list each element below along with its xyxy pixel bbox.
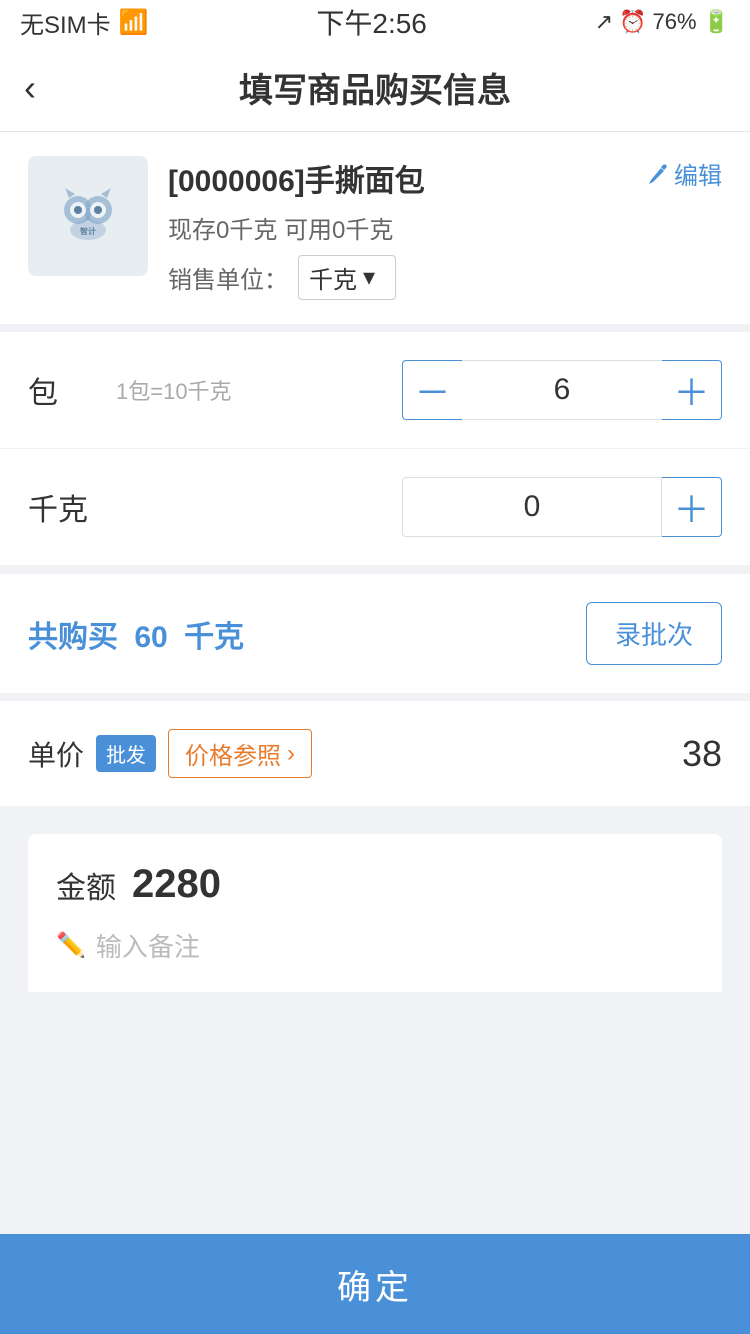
amount-value: 2280 <box>132 862 221 907</box>
page-title: 填写商品购买信息 <box>239 63 511 112</box>
amount-row: 金额 2280 <box>56 862 694 907</box>
total-prefix: 共购买 <box>28 621 118 654</box>
carrier-label: 无SIM卡 <box>20 5 111 40</box>
price-badge: 批发 <box>96 735 156 772</box>
kg-label: 千克 <box>28 485 108 529</box>
kg-qty-input[interactable] <box>402 477 662 537</box>
bag-qty-control: － ＋ <box>402 360 722 420</box>
price-ref-button[interactable]: 价格参照 › <box>168 729 312 778</box>
price-label-group: 单价 批发 价格参照 › <box>28 729 312 778</box>
amount-label: 金额 <box>56 863 116 907</box>
product-thumbnail: 智计 <box>28 156 148 276</box>
status-right: ↗ ⏰ 76% 🔋 <box>595 9 730 35</box>
unit-value: 千克 <box>309 260 357 295</box>
bag-input-row: 包 1包=10千克 － ＋ <box>0 332 750 449</box>
total-text: 共购买 60 千克 <box>28 612 244 656</box>
confirm-button[interactable]: 确定 <box>0 1234 750 1334</box>
wifi-icon: 📶 <box>119 8 149 37</box>
price-section: 单价 批发 价格参照 › 38 <box>0 693 750 806</box>
nav-bar: ‹ 填写商品购买信息 <box>0 44 750 132</box>
unit-label: 销售单位： <box>168 260 288 295</box>
total-amount: 60 <box>134 621 167 654</box>
product-info: [0000006]手撕面包 编辑 现存0千克 可用0千克 销售单位： 千克 ▾ <box>168 156 722 300</box>
status-bar: 无SIM卡 📶 下午2:56 ↗ ⏰ 76% 🔋 <box>0 0 750 44</box>
back-button[interactable]: ‹ <box>24 67 36 109</box>
amount-card: 金额 2280 ✏️ 输入备注 <box>28 834 722 992</box>
product-header-row: [0000006]手撕面包 编辑 <box>168 156 722 210</box>
bag-minus-button[interactable]: － <box>402 360 462 420</box>
location-icon: ↗ <box>595 9 613 35</box>
amount-section: 金额 2280 ✏️ 输入备注 <box>0 806 750 992</box>
alarm-icon: ⏰ <box>619 9 646 35</box>
input-section: 包 1包=10千克 － ＋ 千克 ＋ <box>0 332 750 566</box>
bag-label: 包 <box>28 368 108 412</box>
total-unit: 千克 <box>184 621 244 654</box>
kg-input-row: 千克 ＋ <box>0 449 750 566</box>
price-value: 38 <box>682 733 722 775</box>
batch-button[interactable]: 录批次 <box>586 602 722 665</box>
product-name: [0000006]手撕面包 <box>168 156 425 200</box>
price-ref-chevron: › <box>287 740 295 768</box>
note-row[interactable]: ✏️ 输入备注 <box>56 927 694 964</box>
status-time: 下午2:56 <box>316 2 427 42</box>
price-label-text: 单价 <box>28 734 84 774</box>
unit-dropdown-icon: ▾ <box>363 263 375 292</box>
bag-qty-input[interactable] <box>462 360 662 420</box>
price-ref-label: 价格参照 <box>185 736 281 771</box>
pencil-icon: ✏️ <box>56 931 86 960</box>
bag-hint: 1包=10千克 <box>116 374 402 406</box>
svg-text:智计: 智计 <box>80 226 96 236</box>
kg-plus-button[interactable]: ＋ <box>662 477 722 537</box>
unit-select[interactable]: 千克 ▾ <box>298 255 396 300</box>
kg-qty-control: ＋ <box>402 477 722 537</box>
total-row: 共购买 60 千克 录批次 <box>0 566 750 693</box>
edit-label: 编辑 <box>674 156 722 191</box>
edit-button[interactable]: 编辑 <box>648 156 722 191</box>
edit-icon <box>648 163 670 185</box>
note-placeholder: 输入备注 <box>96 927 200 964</box>
battery-label: 76% <box>653 9 697 35</box>
product-unit-row: 销售单位： 千克 ▾ <box>168 255 722 300</box>
status-left: 无SIM卡 📶 <box>20 5 149 40</box>
bag-plus-button[interactable]: ＋ <box>662 360 722 420</box>
battery-icon: 🔋 <box>703 9 730 35</box>
product-stock: 现存0千克 可用0千克 <box>168 210 722 245</box>
product-logo: 智计 <box>53 182 123 251</box>
product-card: 智计 [0000006]手撕面包 编辑 现存0千克 可用0千克 销售单位： 千克… <box>0 132 750 332</box>
